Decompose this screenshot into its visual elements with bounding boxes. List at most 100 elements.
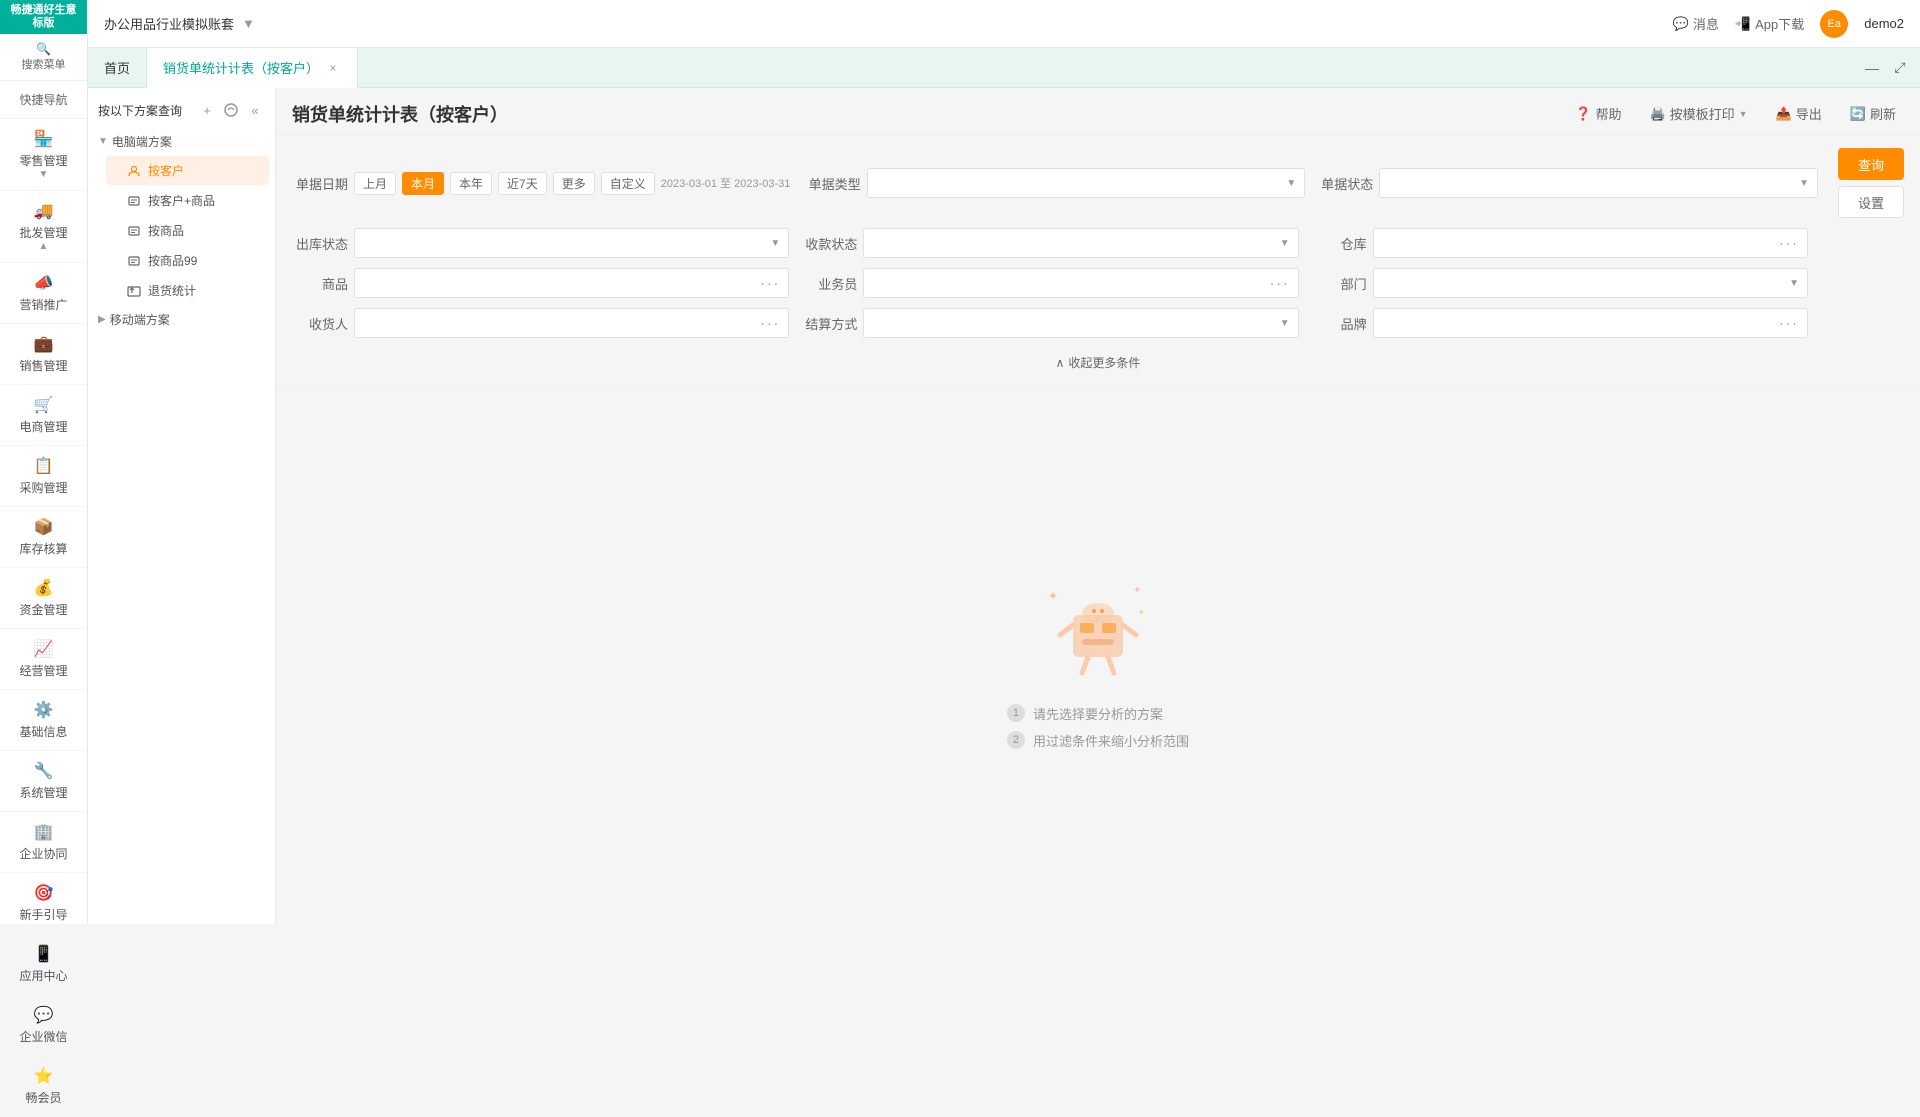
edit-scheme-btn[interactable]: [221, 100, 241, 120]
refresh-btn[interactable]: 🔄 刷新: [1842, 100, 1904, 127]
user-avatar[interactable]: Ea: [1820, 10, 1848, 38]
empty-tip-2: 2 用过滤条件来缩小分析范围: [1007, 731, 1189, 750]
refresh-icon: 🔄: [1850, 106, 1866, 122]
add-scheme-btn[interactable]: +: [197, 100, 217, 120]
date-btn-7days[interactable]: 近7天: [498, 172, 547, 195]
scheme-items-desktop: 按客户 按客户+商品: [94, 156, 269, 305]
collapse-icon: ∧: [1056, 356, 1065, 370]
sidebar-item-system[interactable]: 🔧 系统管理: [0, 751, 87, 812]
industry-dropdown-icon[interactable]: ▼: [242, 16, 255, 31]
scheme-item-goods[interactable]: 按商品: [106, 216, 269, 245]
warehouse-select[interactable]: ···: [1373, 228, 1808, 258]
svg-text:✦: ✦: [1048, 589, 1058, 603]
sidebar-item-basic[interactable]: ⚙️ 基础信息: [0, 690, 87, 751]
sidebar-search[interactable]: 🔍 搜索菜单: [0, 34, 87, 81]
sidebar-item-enterprise[interactable]: 🏢 企业协同: [0, 812, 87, 873]
customer-scheme-icon: [126, 163, 142, 179]
department-arrow-icon: ▼: [1789, 278, 1799, 289]
scheme-item-goods99[interactable]: 按商品99: [106, 246, 269, 275]
tab-active[interactable]: 销货单统计计表（按客户） ×: [147, 48, 358, 88]
department-label: 部门: [1311, 274, 1367, 293]
sidebar-item-wholesale[interactable]: 🚚 批发管理 ▲: [0, 191, 87, 263]
tab-minimize-btn[interactable]: —: [1860, 56, 1884, 80]
salesperson-select[interactable]: ···: [863, 268, 1298, 298]
goods-select[interactable]: ···: [354, 268, 789, 298]
scheme-group-desktop-header[interactable]: ▼ 电脑端方案: [94, 128, 269, 155]
messages-btn[interactable]: 💬 消息: [1673, 14, 1719, 33]
settlement-select[interactable]: ▼: [863, 308, 1298, 338]
sidebar-quick-nav[interactable]: 快捷导航: [0, 81, 87, 119]
doctype-select[interactable]: ▼: [867, 168, 1306, 198]
tip-num-2: 2: [1007, 731, 1025, 749]
collapse-conditions-btn[interactable]: ∧ 收起更多条件: [292, 348, 1904, 377]
export-btn[interactable]: 📤 导出: [1768, 100, 1830, 127]
sidebar-item-appcenter[interactable]: 📱 应用中心: [0, 934, 87, 995]
print-label: 按模板打印: [1670, 104, 1735, 123]
outstatus-select[interactable]: ▼: [354, 228, 789, 258]
salesperson-dots-icon: ···: [1270, 275, 1290, 291]
help-icon: ❓: [1575, 106, 1591, 122]
receiver-select[interactable]: ···: [354, 308, 789, 338]
receiptstatus-select[interactable]: ▼: [863, 228, 1298, 258]
sidebar-item-member-label: 畅会员: [25, 1089, 61, 1106]
sidebar-item-basic-label: 基础信息: [19, 723, 67, 740]
tab-home[interactable]: 首页: [88, 48, 147, 88]
tab-maximize-btn[interactable]: ⤢: [1888, 56, 1912, 80]
sidebar-item-wechat-label: 企业微信: [19, 1028, 67, 1045]
date-btn-this-month[interactable]: 本月: [402, 172, 444, 195]
date-btn-this-year[interactable]: 本年: [450, 172, 492, 195]
sidebar-item-retail[interactable]: 🏪 零售管理 ▼: [0, 119, 87, 191]
mobile-group-label: 移动端方案: [110, 311, 170, 328]
export-label: 导出: [1796, 104, 1822, 123]
date-btn-last-month[interactable]: 上月: [354, 172, 396, 195]
settings-btn[interactable]: 设置: [1838, 186, 1904, 218]
sidebar-item-member[interactable]: ⭐ 畅会员: [0, 1056, 87, 1117]
retail-icon: 🏪: [34, 129, 54, 149]
left-panel-title: 按以下方案查询: [98, 102, 182, 119]
department-select[interactable]: ▼: [1373, 268, 1808, 298]
sidebar-item-operations[interactable]: 📈 经营管理: [0, 629, 87, 690]
scheme-item-customer-goods[interactable]: 按客户+商品: [106, 186, 269, 215]
sidebar-item-purchase[interactable]: 📋 采购管理: [0, 446, 87, 507]
tab-close-btn[interactable]: ×: [325, 60, 341, 76]
settlement-label: 结算方式: [801, 314, 857, 333]
member-icon: ⭐: [34, 1066, 54, 1086]
sidebar-item-marketing[interactable]: 📣 营销推广: [0, 263, 87, 324]
query-btn[interactable]: 查询: [1838, 148, 1904, 180]
collapse-panel-btn[interactable]: «: [245, 100, 265, 120]
sidebar-item-newuser[interactable]: 🎯 新手引导: [0, 873, 87, 934]
filter-brand-item: 品牌 ···: [1311, 308, 1808, 338]
filter-receiptstatus-item: 收款状态 ▼: [801, 228, 1298, 258]
docstatus-select[interactable]: ▼: [1379, 168, 1818, 198]
scheme-group-mobile-header[interactable]: ▶ 移动端方案: [94, 306, 269, 333]
filter-warehouse-item: 仓库 ···: [1311, 228, 1808, 258]
date-range-text: 2023-03-01 至 2023-03-31: [661, 175, 791, 191]
filter-outstatus-item: 出库状态 ▼: [292, 228, 789, 258]
help-btn[interactable]: ❓ 帮助: [1567, 100, 1629, 127]
industry-title: 办公用品行业模拟账套: [104, 14, 234, 33]
app-download-btn[interactable]: 📲 App下载: [1735, 14, 1804, 33]
page-title: 销货单统计计表（按客户）: [292, 101, 508, 127]
sidebar-item-ecommerce[interactable]: 🛒 电商管理: [0, 385, 87, 446]
expand-icon: ▼: [98, 136, 108, 147]
brand-select[interactable]: ···: [1373, 308, 1808, 338]
filter-settlement-item: 结算方式 ▼: [801, 308, 1298, 338]
sidebar-logo-subtext: 标版: [33, 17, 55, 30]
scheme-item-return[interactable]: 退货统计: [106, 276, 269, 305]
avatar-text: Ea: [1828, 18, 1841, 30]
print-btn[interactable]: 🖨️ 按模板打印: [1641, 100, 1755, 127]
search-label: 搜索菜单: [6, 56, 81, 72]
sidebar-item-purchase-label: 采购管理: [19, 479, 67, 496]
sidebar-item-finance[interactable]: 💰 资金管理: [0, 568, 87, 629]
scheme-item-by-customer[interactable]: 按客户: [106, 156, 269, 185]
sidebar-logo-text: 畅捷通好生意: [11, 4, 77, 17]
brand-label: 品牌: [1311, 314, 1367, 333]
date-btn-custom[interactable]: 自定义: [601, 172, 655, 195]
sidebar-item-wechat[interactable]: 💬 企业微信: [0, 995, 87, 1056]
sidebar-item-sales[interactable]: 💼 销售管理: [0, 324, 87, 385]
empty-tip-1: 1 请先选择要分析的方案: [1007, 704, 1189, 723]
sidebar-item-inventory[interactable]: 📦 库存核算: [0, 507, 87, 568]
date-btn-more[interactable]: 更多: [553, 172, 595, 195]
goods-icon: [126, 223, 142, 239]
sidebar-item-retail-label: 零售管理: [19, 152, 67, 169]
